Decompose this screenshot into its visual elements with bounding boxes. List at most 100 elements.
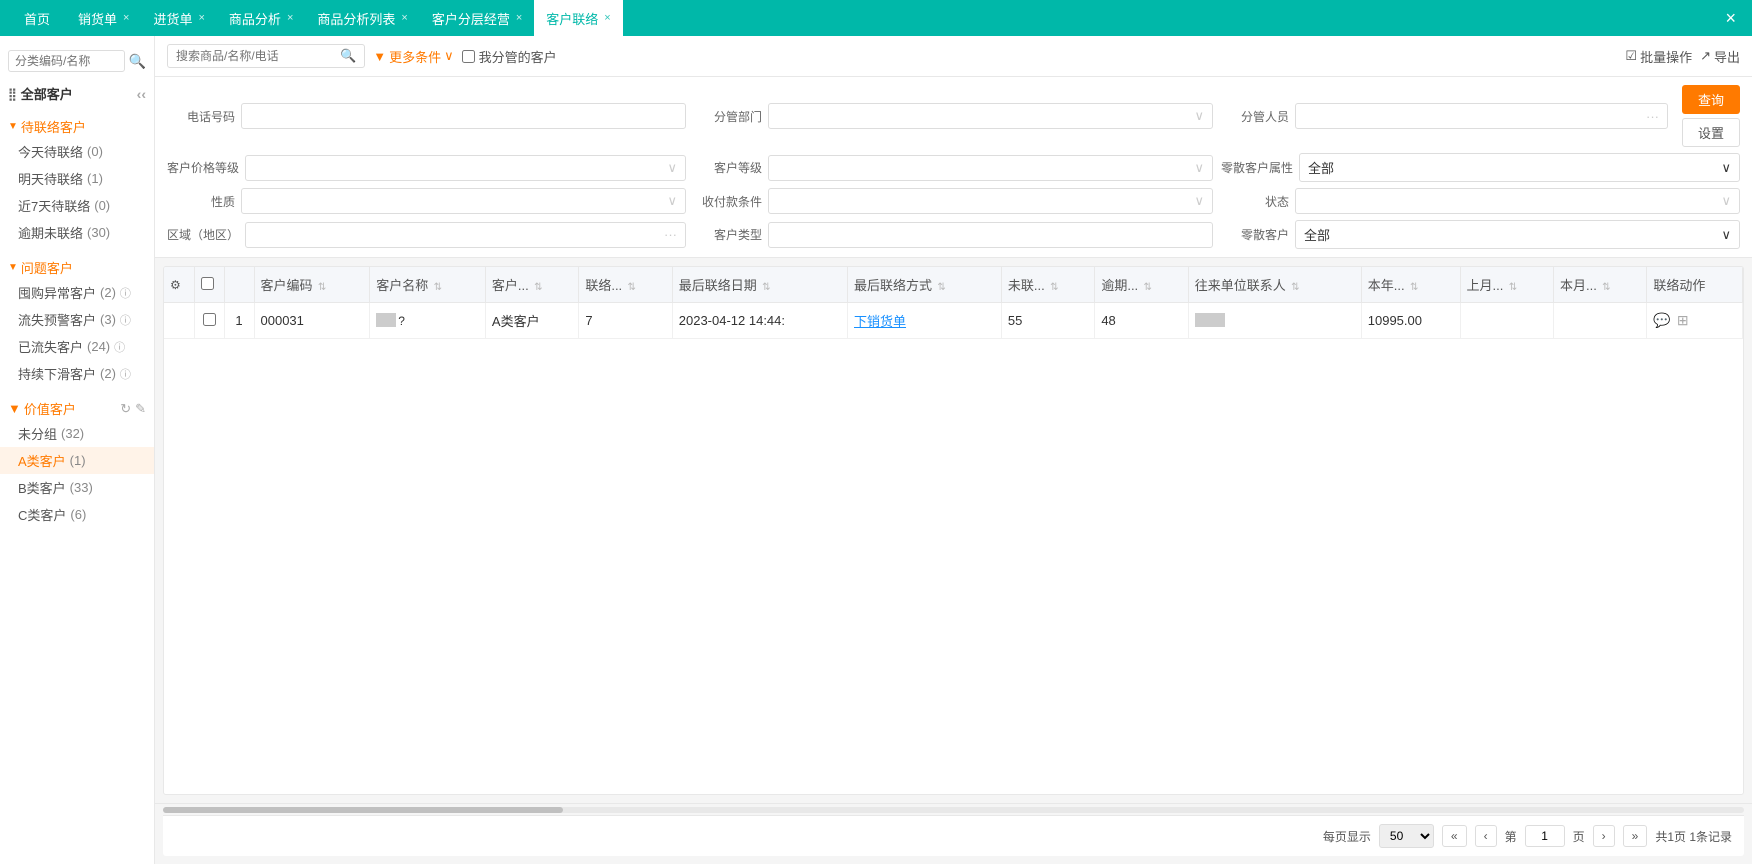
nav-tab-purchase[interactable]: 进货单 ×	[141, 0, 216, 36]
sidebar-item-c-class[interactable]: C类客户 (6)	[0, 501, 154, 528]
sidebar-item-overdue-contact[interactable]: 逾期未联络 (30)	[0, 219, 154, 246]
per-page-select[interactable]: 50 100 200	[1379, 824, 1434, 848]
sidebar-item-tomorrow-pending[interactable]: 明天待联络 (1)	[0, 165, 154, 192]
manager-select[interactable]: ···	[1295, 103, 1668, 129]
problem-customers-group-title[interactable]: ▼ 问题客户	[0, 254, 154, 279]
nav-tab-customer-segment[interactable]: 客户分层经营 ×	[420, 0, 534, 36]
my-customers-check[interactable]	[462, 50, 475, 63]
refresh-icon[interactable]: ↻	[120, 401, 131, 417]
query-button[interactable]: 查询	[1682, 85, 1740, 114]
th-no-contact[interactable]: 未联... ⇅	[1001, 267, 1094, 303]
status-select[interactable]: ∨	[1295, 188, 1740, 214]
page-number-input[interactable]	[1525, 825, 1565, 847]
th-settings[interactable]: ⚙	[164, 267, 194, 303]
customer-type-input[interactable]	[768, 222, 1213, 248]
sort-this-year-icon: ⇅	[1410, 282, 1418, 293]
next-page-button[interactable]: ›	[1593, 825, 1615, 847]
my-customers-checkbox[interactable]: 我分管的客户	[462, 47, 557, 66]
sidebar-search-input[interactable]	[8, 50, 125, 72]
filter-retail-customer: 零散客户 全部 ∨	[1221, 220, 1740, 249]
retail-attr-select[interactable]: 全部 ∨	[1299, 153, 1740, 182]
sidebar-item-declining[interactable]: 持续下滑客户 (2) ⓘ	[0, 360, 154, 387]
sidebar-search-area: 🔍	[0, 44, 154, 78]
arrow-icon: ▼	[8, 121, 18, 132]
problem-customers-group: ▼ 问题客户 囤购异常客户 (2) ⓘ 流失预警客户 (3) ⓘ 已流失客户 (…	[0, 250, 154, 391]
filter-payment: 收付款条件 ∨	[694, 188, 1213, 214]
nav-tab-product-analysis[interactable]: 商品分析 ×	[217, 0, 305, 36]
per-page-label: 每页显示	[1323, 828, 1371, 845]
value-customers-group-title[interactable]: ▼ 价值客户 ↻ ✎	[0, 395, 154, 420]
region-select[interactable]: ···	[245, 222, 686, 248]
customer-grade-select[interactable]: ∨	[768, 155, 1213, 181]
qr-action-icon[interactable]: ⊞	[1677, 312, 1689, 329]
payment-select[interactable]: ∨	[768, 188, 1213, 214]
sidebar-item-churned[interactable]: 已流失客户 (24) ⓘ	[0, 333, 154, 360]
filter-customer-grade: 客户等级 ∨	[694, 153, 1213, 182]
th-prev-unit-contact[interactable]: 往来单位联系人 ⇅	[1188, 267, 1361, 303]
th-this-month[interactable]: 本月... ⇅	[1553, 267, 1646, 303]
phone-input[interactable]	[241, 103, 686, 129]
th-customer-name[interactable]: 客户名称 ⇅	[370, 267, 486, 303]
horizontal-scrollbar[interactable]	[155, 803, 1752, 815]
close-customer-segment-tab[interactable]: ×	[516, 12, 522, 24]
th-last-contact-method[interactable]: 最后联络方式 ⇅	[848, 267, 1002, 303]
main-search-input[interactable]	[176, 49, 336, 63]
last-method-link[interactable]: 下销货单	[854, 314, 906, 329]
page-total-label: 共1页 1条记录	[1655, 828, 1732, 845]
th-customer-code[interactable]: 客户编码 ⇅	[254, 267, 370, 303]
batch-op-button[interactable]: ☑ 批量操作	[1625, 47, 1692, 66]
close-product-analysis-tab[interactable]: ×	[287, 12, 293, 24]
chat-action-icon[interactable]: 💬	[1653, 312, 1670, 329]
select-all-checkbox[interactable]	[201, 277, 214, 290]
sidebar-item-b-class[interactable]: B类客户 (33)	[0, 474, 154, 501]
nav-tab-sales[interactable]: 销货单 ×	[66, 0, 141, 36]
sidebar-item-churn-warning[interactable]: 流失预警客户 (3) ⓘ	[0, 306, 154, 333]
th-this-year[interactable]: 本年... ⇅	[1361, 267, 1460, 303]
th-contact-num[interactable]: 联络... ⇅	[579, 267, 672, 303]
sidebar-collapse-button[interactable]: ‹‹	[137, 86, 146, 102]
retail-customer-select[interactable]: 全部 ∨	[1295, 220, 1740, 249]
price-grade-select[interactable]: ∨	[245, 155, 686, 181]
sidebar-item-hoarding-abnormal[interactable]: 囤购异常客户 (2) ⓘ	[0, 279, 154, 306]
value-customers-group: ▼ 价值客户 ↻ ✎ 未分组 (32) A类客户 (1) B类客户 (33) C…	[0, 391, 154, 532]
td-prev-unit: ■■	[1188, 303, 1361, 339]
pending-contact-group-title[interactable]: ▼ 待联络客户	[0, 113, 154, 138]
close-sales-tab[interactable]: ×	[123, 12, 129, 24]
sidebar-item-7days-pending[interactable]: 近7天待联络 (0)	[0, 192, 154, 219]
more-conditions-button[interactable]: ▼ 更多条件 ∨	[373, 47, 453, 66]
scroll-thumb[interactable]	[163, 807, 563, 813]
filter-nature: 性质 ∨	[167, 188, 686, 214]
last-page-button[interactable]: »	[1623, 825, 1648, 847]
row-checkbox[interactable]	[203, 313, 216, 326]
td-actions: 💬 ⊞	[1647, 303, 1743, 339]
nature-chevron-icon: ∨	[667, 193, 677, 209]
nav-tab-product-analysis-list[interactable]: 商品分析列表 ×	[305, 0, 419, 36]
nav-tab-customer-contact[interactable]: 客户联络 ×	[534, 0, 622, 36]
edit-icon[interactable]: ✎	[135, 401, 146, 417]
th-last-month[interactable]: 上月... ⇅	[1460, 267, 1553, 303]
batch-op-icon: ☑	[1625, 48, 1637, 64]
sort-last-date-icon: ⇅	[762, 282, 770, 293]
sidebar-item-a-class[interactable]: A类客户 (1)	[0, 447, 154, 474]
sidebar-item-today-pending[interactable]: 今天待联络 (0)	[0, 138, 154, 165]
info-icon-hoarding: ⓘ	[120, 285, 131, 301]
export-button[interactable]: ↗ 导出	[1700, 47, 1740, 66]
close-product-analysis-list-tab[interactable]: ×	[401, 12, 407, 24]
dept-select[interactable]: ∨	[768, 103, 1213, 129]
th-customer-type[interactable]: 客户... ⇅	[485, 267, 578, 303]
first-page-button[interactable]: «	[1442, 825, 1467, 847]
close-purchase-tab[interactable]: ×	[198, 12, 204, 24]
sidebar-all-customers-header[interactable]: ⣿ 全部客户 ‹‹	[0, 78, 154, 109]
th-overdue[interactable]: 逾期... ⇅	[1095, 267, 1188, 303]
sidebar-item-ungrouped[interactable]: 未分组 (32)	[0, 420, 154, 447]
sort-prev-unit-icon: ⇅	[1291, 282, 1299, 293]
nature-select[interactable]: ∨	[241, 188, 686, 214]
filter-dept: 分管部门 ∨	[694, 85, 1213, 147]
prev-page-button[interactable]: ‹	[1475, 825, 1497, 847]
close-all-tabs-button[interactable]: ×	[1717, 8, 1744, 29]
setting-button[interactable]: 设置	[1682, 118, 1740, 147]
th-last-contact-date[interactable]: 最后联络日期 ⇅	[672, 267, 847, 303]
nav-tab-home[interactable]: 首页	[8, 0, 66, 36]
close-customer-contact-tab[interactable]: ×	[604, 12, 610, 24]
action-buttons: 查询 设置	[1682, 85, 1740, 147]
